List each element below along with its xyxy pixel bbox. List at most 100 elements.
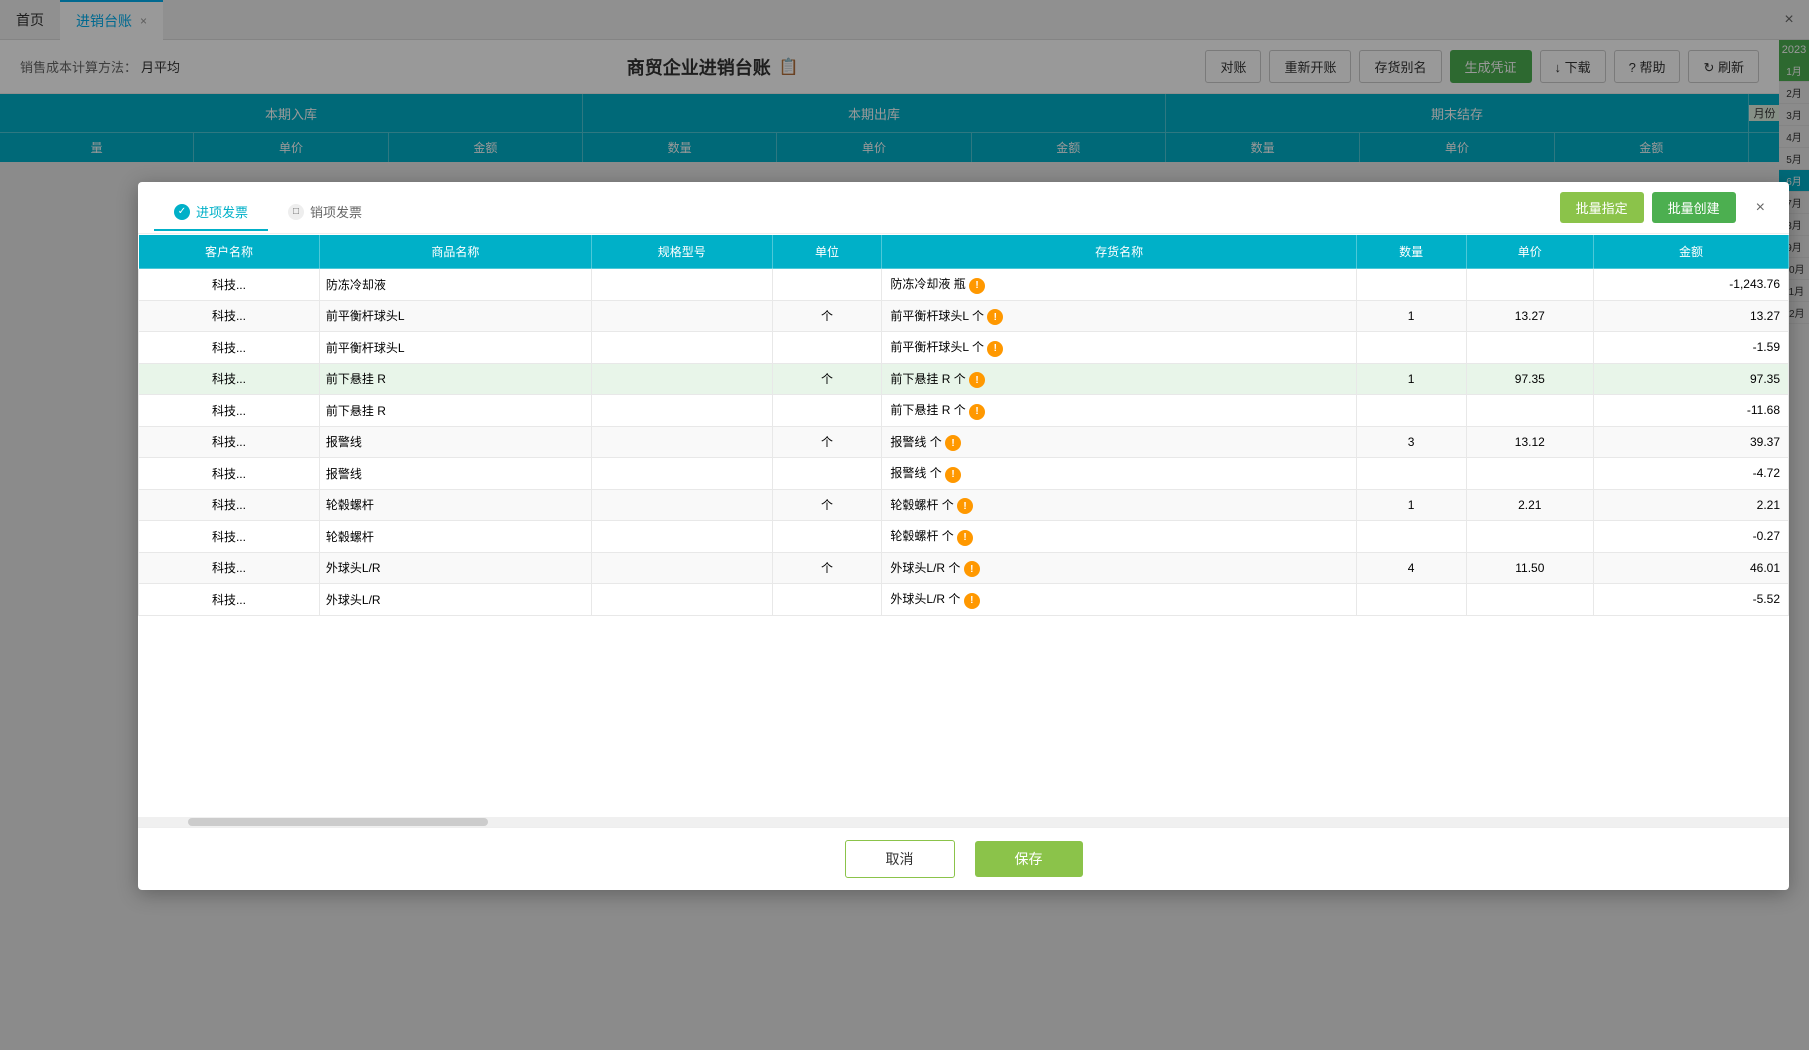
cell-inventory: 外球头L/R 个 !: [882, 584, 1356, 616]
cell-product: 前平衡杆球头L: [319, 332, 591, 364]
cell-qty: 1: [1356, 300, 1466, 332]
cell-price: 11.50: [1466, 552, 1594, 584]
cell-spec: [591, 332, 772, 364]
cell-unit: 个: [772, 363, 882, 395]
cell-qty: 4: [1356, 552, 1466, 584]
table-row[interactable]: 科技... 轮毂螺杆 轮毂螺杆 个 ! -0.27: [139, 521, 1789, 553]
cell-unit: [772, 584, 882, 616]
dialog-close-button[interactable]: ×: [1748, 195, 1773, 220]
cell-price: [1466, 395, 1594, 427]
cell-unit: 个: [772, 489, 882, 521]
cell-spec: [591, 521, 772, 553]
warn-icon: !: [945, 467, 961, 483]
cell-client: 科技...: [139, 332, 320, 364]
cell-amount: 2.21: [1594, 489, 1789, 521]
cell-price: [1466, 584, 1594, 616]
cell-amount: -1.59: [1594, 332, 1789, 364]
cell-price: 97.35: [1466, 363, 1594, 395]
dialog-tabs: ✓ 进项发票 □ 销项发票: [154, 194, 382, 231]
table-row[interactable]: 科技... 前平衡杆球头L 前平衡杆球头L 个 ! -1.59: [139, 332, 1789, 364]
cell-qty: [1356, 584, 1466, 616]
th-spec: 规格型号: [591, 235, 772, 269]
cell-qty: 1: [1356, 489, 1466, 521]
tab-xiaoxiang[interactable]: □ 销项发票: [268, 194, 382, 231]
cell-inventory: 报警线 个 !: [882, 458, 1356, 490]
cell-product: 前下悬挂 R: [319, 395, 591, 427]
cell-client: 科技...: [139, 458, 320, 490]
table-row[interactable]: 科技... 前下悬挂 R 前下悬挂 R 个 ! -11.68: [139, 395, 1789, 427]
cell-unit: [772, 458, 882, 490]
tab-jinxiang[interactable]: ✓ 进项发票: [154, 194, 268, 231]
cell-unit: [772, 521, 882, 553]
warn-icon: !: [987, 341, 1003, 357]
cell-client: 科技...: [139, 584, 320, 616]
cell-inventory: 防冻冷却液 瓶 !: [882, 269, 1356, 301]
warn-icon: !: [969, 278, 985, 294]
xiaoxiang-tab-icon: □: [288, 204, 304, 220]
warn-icon: !: [964, 561, 980, 577]
cell-amount: 13.27: [1594, 300, 1789, 332]
cell-spec: [591, 489, 772, 521]
warn-icon: !: [969, 372, 985, 388]
save-button[interactable]: 保存: [975, 841, 1083, 877]
cell-spec: [591, 426, 772, 458]
cell-product: 报警线: [319, 458, 591, 490]
cell-spec: [591, 269, 772, 301]
th-price: 单价: [1466, 235, 1594, 269]
table-row[interactable]: 科技... 轮毂螺杆 个 轮毂螺杆 个 ! 1 2.21 2.21: [139, 489, 1789, 521]
cell-amount: 39.37: [1594, 426, 1789, 458]
cell-inventory: 轮毂螺杆 个 !: [882, 489, 1356, 521]
cell-inventory: 前平衡杆球头L 个 !: [882, 332, 1356, 364]
cell-unit: 个: [772, 300, 882, 332]
table-row[interactable]: 科技... 前下悬挂 R 个 前下悬挂 R 个 ! 1 97.35 97.35: [139, 363, 1789, 395]
th-qty: 数量: [1356, 235, 1466, 269]
table-row[interactable]: 科技... 外球头L/R 个 外球头L/R 个 ! 4 11.50 46.01: [139, 552, 1789, 584]
cell-client: 科技...: [139, 552, 320, 584]
cell-unit: [772, 332, 882, 364]
th-unit: 单位: [772, 235, 882, 269]
dialog-header: ✓ 进项发票 □ 销项发票 批量指定 批量创建 ×: [138, 182, 1789, 234]
cell-inventory: 报警线 个 !: [882, 426, 1356, 458]
cell-spec: [591, 584, 772, 616]
cell-client: 科技...: [139, 489, 320, 521]
cell-product: 轮毂螺杆: [319, 489, 591, 521]
cell-product: 报警线: [319, 426, 591, 458]
table-row[interactable]: 科技... 报警线 个 报警线 个 ! 3 13.12 39.37: [139, 426, 1789, 458]
horizontal-scrollbar[interactable]: [138, 817, 1789, 827]
cell-unit: [772, 269, 882, 301]
cell-inventory: 前平衡杆球头L 个 !: [882, 300, 1356, 332]
scroll-thumb[interactable]: [188, 818, 488, 826]
cell-amount: -1,243.76: [1594, 269, 1789, 301]
jinxiang-tab-label: 进项发票: [196, 202, 248, 221]
table-row[interactable]: 科技... 报警线 报警线 个 ! -4.72: [139, 458, 1789, 490]
cell-inventory: 外球头L/R 个 !: [882, 552, 1356, 584]
th-client: 客户名称: [139, 235, 320, 269]
cell-amount: -0.27: [1594, 521, 1789, 553]
cell-spec: [591, 363, 772, 395]
invoice-dialog: ✓ 进项发票 □ 销项发票 批量指定 批量创建 × 客户名称 商品名称 规格型号: [138, 182, 1789, 890]
cell-unit: [772, 395, 882, 427]
cell-qty: [1356, 521, 1466, 553]
cell-amount: -11.68: [1594, 395, 1789, 427]
cell-qty: [1356, 332, 1466, 364]
pizhi-chuangjian-button[interactable]: 批量创建: [1652, 192, 1736, 223]
table-row[interactable]: 科技... 前平衡杆球头L 个 前平衡杆球头L 个 ! 1 13.27 13.2…: [139, 300, 1789, 332]
table-row[interactable]: 科技... 防冻冷却液 防冻冷却液 瓶 ! -1,243.76: [139, 269, 1789, 301]
table-row[interactable]: 科技... 外球头L/R 外球头L/R 个 ! -5.52: [139, 584, 1789, 616]
warn-icon: !: [957, 498, 973, 514]
pizhi-zhiding-button[interactable]: 批量指定: [1560, 192, 1644, 223]
jinxiang-tab-icon: ✓: [174, 204, 190, 220]
cancel-button[interactable]: 取消: [845, 840, 955, 878]
th-amount: 金额: [1594, 235, 1789, 269]
cell-price: 2.21: [1466, 489, 1594, 521]
warn-icon: !: [957, 530, 973, 546]
cell-product: 前平衡杆球头L: [319, 300, 591, 332]
cell-spec: [591, 458, 772, 490]
warn-icon: !: [987, 309, 1003, 325]
cell-product: 外球头L/R: [319, 584, 591, 616]
cell-spec: [591, 395, 772, 427]
dialog-footer: 取消 保存: [138, 827, 1789, 890]
cell-client: 科技...: [139, 426, 320, 458]
warn-icon: !: [945, 435, 961, 451]
cell-unit: 个: [772, 426, 882, 458]
